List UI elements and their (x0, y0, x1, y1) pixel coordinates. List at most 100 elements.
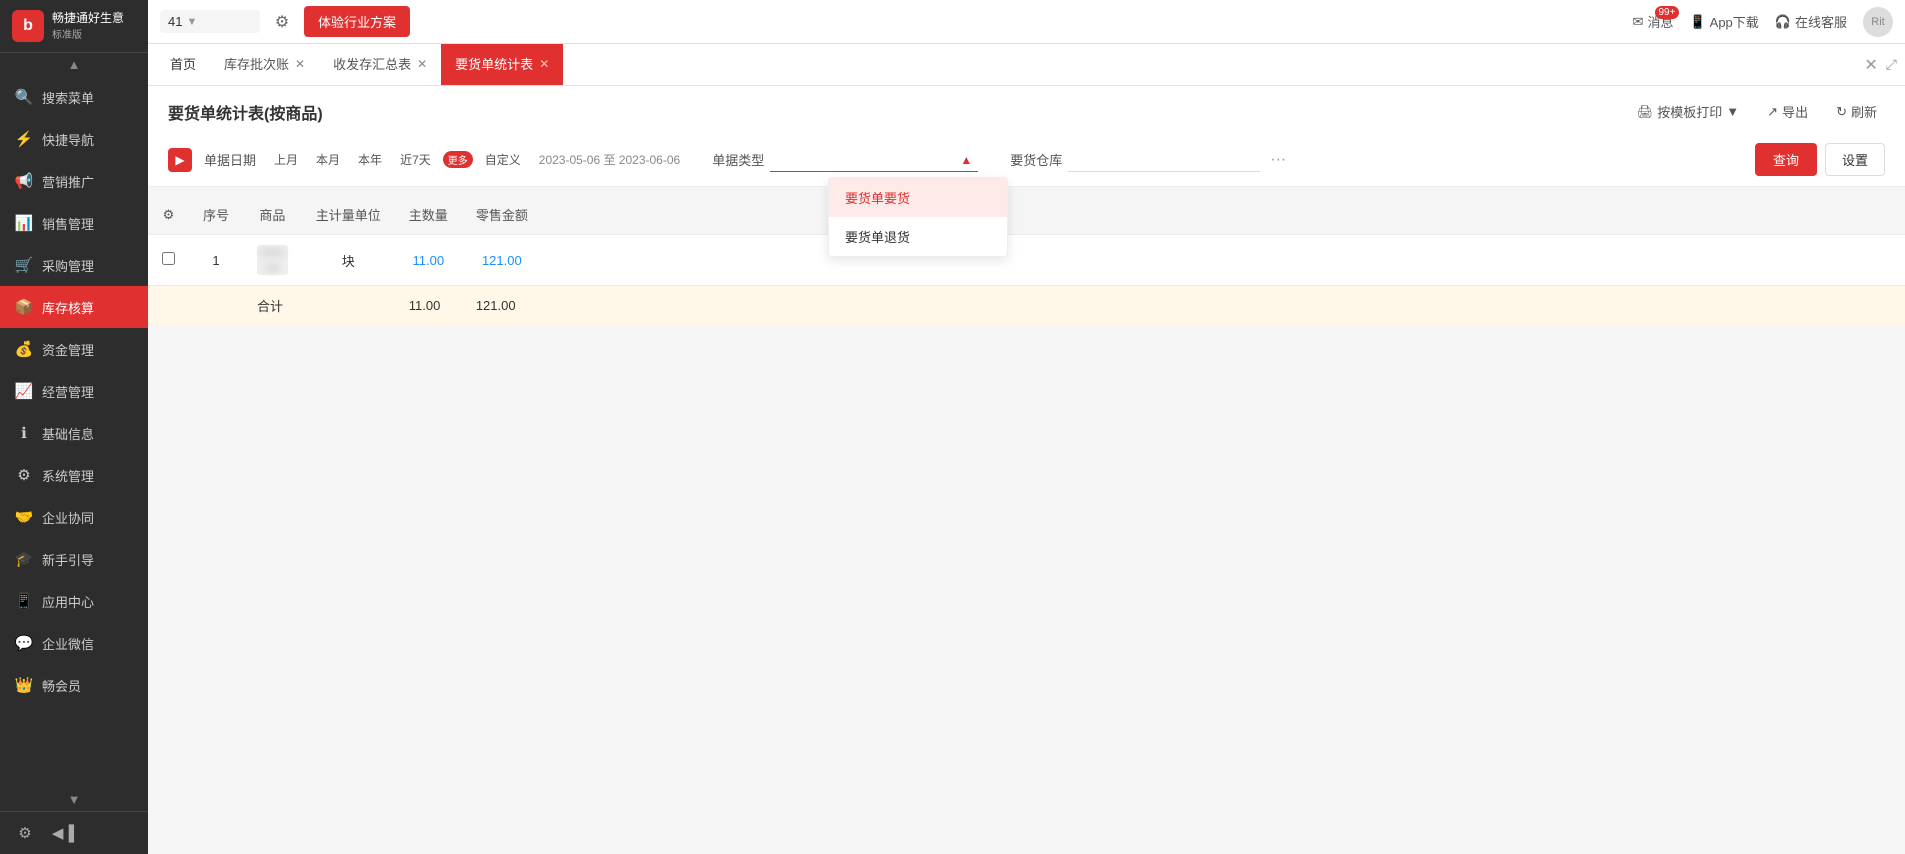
message-badge: 99+ (1655, 6, 1680, 19)
sidebar-label-9: 系统管理 (42, 466, 94, 485)
sidebar-label-13: 企业微信 (42, 634, 94, 653)
app-download-button[interactable]: 📱 App下载 (1689, 12, 1758, 31)
sidebar-label-2: 营销推广 (42, 172, 94, 191)
refresh-button[interactable]: ↻ 刷新 (1828, 98, 1885, 125)
sidebar-label-0: 搜索菜单 (42, 88, 94, 107)
sidebar-item-基础信息[interactable]: ℹ 基础信息 (0, 412, 148, 454)
sidebar-item-资金管理[interactable]: 💰 资金管理 (0, 328, 148, 370)
filter-expand-icon[interactable]: ▶ (168, 148, 192, 172)
warehouse-more-icon[interactable]: ··· (1270, 151, 1286, 169)
message-button[interactable]: ✉ 消息 99+ (1633, 12, 1674, 31)
row-index-0: 1 (189, 235, 243, 286)
sidebar-item-企业微信[interactable]: 💬 企业微信 (0, 622, 148, 664)
row-checkbox-0[interactable] (148, 235, 189, 286)
dropdown-item-1[interactable]: 要货单退货 (829, 217, 1007, 256)
sidebar-settings-icon[interactable]: ⚙ (14, 822, 36, 844)
user-avatar[interactable]: Rit (1863, 7, 1893, 37)
tab-首页[interactable]: 首页 (156, 44, 210, 85)
sidebar-label-3: 销售管理 (42, 214, 94, 233)
settings-button[interactable]: 设置 (1825, 143, 1885, 176)
sidebar-label-14: 畅会员 (42, 676, 81, 695)
tab-expand-icon[interactable]: ⤢ (1886, 56, 1897, 73)
sidebar: b 畅捷通好生意 标准版 ▲ 🔍 搜索菜单 ⚡ 快捷导航 📢 营销推广 📊 销售… (0, 0, 148, 854)
sidebar-icon-9: ⚙ (14, 465, 34, 485)
tab-close-all-icon[interactable]: ✕ (1864, 55, 1877, 75)
col-extra-header (542, 195, 1905, 235)
branch-selector[interactable]: 41 ▼ (160, 10, 260, 33)
tabbar: 首页库存批次账✕收发存汇总表✕要货单统计表✕ ✕ ⤢ (148, 44, 1905, 86)
sidebar-audio-icon[interactable]: ◀▐ (52, 822, 74, 844)
type-filter-label: 单据类型 (712, 150, 764, 169)
sidebar-footer: ⚙ ◀▐ (0, 811, 148, 854)
table-body: 1 ••••• ••• 块 11.00 121.00 (148, 235, 1905, 286)
filter-actions: 查询 设置 (1755, 143, 1885, 176)
tab-close-icon-1[interactable]: ✕ (295, 57, 305, 71)
sidebar-scroll-down[interactable]: ▼ (0, 788, 148, 811)
footer-label: 合计 (243, 286, 302, 326)
sidebar-icon-3: 📊 (14, 213, 34, 233)
row-quantity-0: 11.00 (395, 235, 462, 286)
trial-button[interactable]: 体验行业方案 (304, 6, 410, 37)
warehouse-input[interactable] (1068, 148, 1260, 172)
sidebar-item-快捷导航[interactable]: ⚡ 快捷导航 (0, 118, 148, 160)
sidebar-item-应用中心[interactable]: 📱 应用中心 (0, 580, 148, 622)
last-month-btn[interactable]: 上月 (268, 148, 304, 171)
print-button[interactable]: 🖨 按模板打印 ▼ (1629, 98, 1747, 125)
custom-date-btn[interactable]: 自定义 (479, 148, 527, 171)
sidebar-icon-5: 📦 (14, 297, 34, 317)
tab-要货单统计表[interactable]: 要货单统计表✕ (441, 44, 563, 85)
date-filter-label: 单据日期 (204, 150, 256, 169)
dropdown-item-0[interactable]: 要货单要货 (829, 178, 1007, 217)
more-date-badge[interactable]: 更多 (443, 151, 473, 168)
sidebar-item-采购管理[interactable]: 🛒 采购管理 (0, 244, 148, 286)
sidebar-icon-10: 🤝 (14, 507, 34, 527)
date-range-display: 2023-05-06 至 2023-06-06 (539, 151, 680, 168)
sidebar-icon-11: 🎓 (14, 549, 34, 569)
tab-收发存汇总表[interactable]: 收发存汇总表✕ (319, 44, 441, 85)
this-year-btn[interactable]: 本年 (352, 148, 388, 171)
refresh-icon: ↻ (1836, 104, 1847, 120)
sidebar-item-系统管理[interactable]: ⚙ 系统管理 (0, 454, 148, 496)
warehouse-filter-group: 要货仓库 ··· (1010, 148, 1286, 172)
export-button[interactable]: ↗ 导出 (1759, 98, 1816, 125)
topbar-settings-icon[interactable]: ⚙ (268, 8, 296, 36)
sidebar-scroll-up[interactable]: ▲ (0, 53, 148, 76)
row-product-0: ••••• ••• (243, 235, 302, 286)
date-quick-select: 上月 本月 本年 近7天 更多 自定义 (268, 148, 527, 171)
sidebar-item-销售管理[interactable]: 📊 销售管理 (0, 202, 148, 244)
tab-close-icon-3[interactable]: ✕ (539, 57, 549, 71)
this-month-btn[interactable]: 本月 (310, 148, 346, 171)
query-button[interactable]: 查询 (1755, 143, 1817, 176)
app-logo-sub: 标准版 (52, 26, 124, 41)
tab-close-icon-2[interactable]: ✕ (417, 57, 427, 71)
type-select-wrapper: ▲ (770, 148, 978, 172)
last-7-days-btn[interactable]: 近7天 (394, 148, 437, 171)
page-actions: 🖨 按模板打印 ▼ ↗ 导出 ↻ 刷新 (1629, 98, 1885, 125)
sidebar-item-畅会员[interactable]: 👑 畅会员 (0, 664, 148, 706)
data-table: ⚙ 序号 商品 主计量单位 主数量 零售金额 1 ••••• ••• 块 11.… (148, 195, 1905, 325)
sidebar-icon-8: ℹ (14, 423, 34, 443)
sidebar-item-新手引导[interactable]: 🎓 新手引导 (0, 538, 148, 580)
tab-库存批次账[interactable]: 库存批次账 ✕ (210, 44, 319, 85)
sidebar-label-5: 库存核算 (42, 298, 94, 317)
app-logo-title: 畅捷通好生意 (52, 11, 124, 27)
online-service-button[interactable]: 🎧 在线客服 (1775, 12, 1847, 31)
content-area: 要货单统计表(按商品) 🖨 按模板打印 ▼ ↗ 导出 ↻ 刷新 ▶ (148, 86, 1905, 854)
tab-label-1: 库存批次账 (224, 54, 289, 73)
message-icon: ✉ (1633, 14, 1644, 30)
sidebar-item-经营管理[interactable]: 📈 经营管理 (0, 370, 148, 412)
sidebar-item-库存核算[interactable]: 📦 库存核算 (0, 286, 148, 328)
sidebar-label-6: 资金管理 (42, 340, 94, 359)
sidebar-item-企业协同[interactable]: 🤝 企业协同 (0, 496, 148, 538)
col-settings-icon[interactable]: ⚙ (148, 195, 189, 235)
topbar-right: ✉ 消息 99+ 📱 App下载 🎧 在线客服 Rit (1633, 7, 1893, 37)
sidebar-icon-0: 🔍 (14, 87, 34, 107)
sidebar-icon-12: 📱 (14, 591, 34, 611)
type-select-input[interactable] (770, 148, 978, 172)
sidebar-item-搜索菜单[interactable]: 🔍 搜索菜单 (0, 76, 148, 118)
row-unit-0: 块 (302, 235, 395, 286)
row-amount-0: 121.00 (462, 235, 542, 286)
page-title: 要货单统计表(按商品) (168, 100, 323, 124)
sidebar-item-营销推广[interactable]: 📢 营销推广 (0, 160, 148, 202)
col-product-header: 商品 (243, 195, 302, 235)
